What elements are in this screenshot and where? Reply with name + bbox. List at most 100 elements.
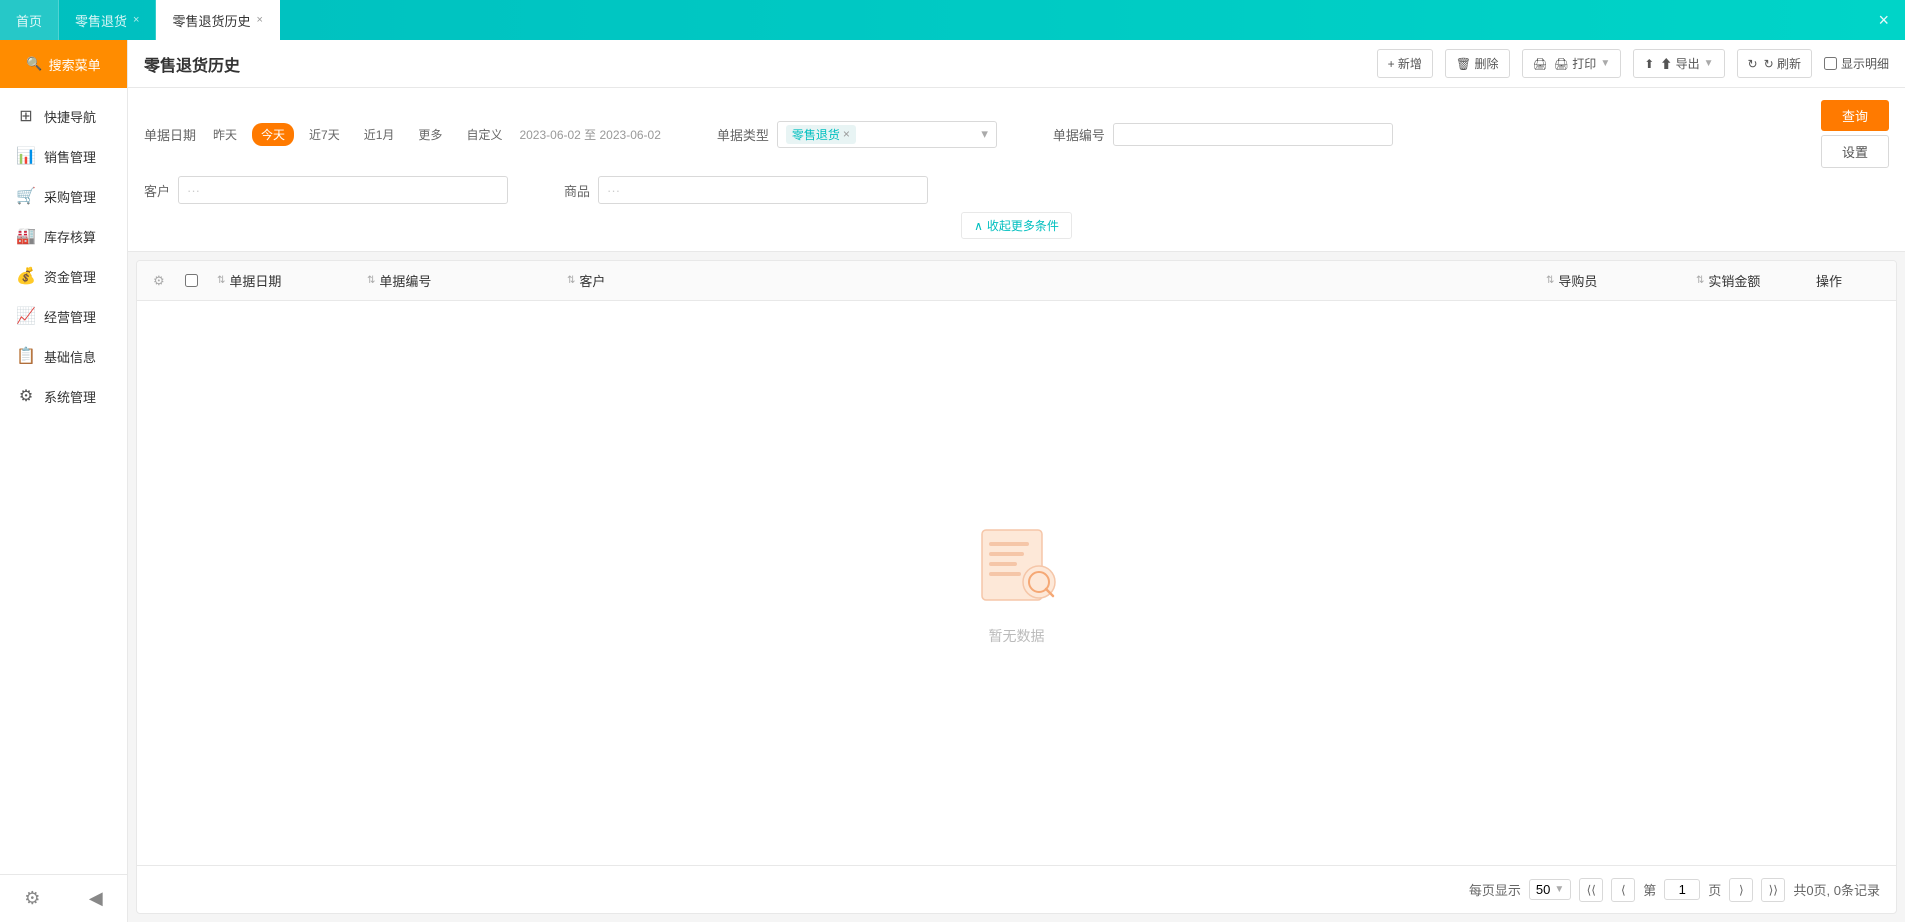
type-tag: 零售退货 × [786, 125, 856, 144]
sidebar-item-label-finance: 资金管理 [44, 267, 96, 286]
basic-info-icon: 📋 [16, 346, 36, 366]
system-mgmt-icon: ⚙ [16, 386, 36, 406]
date-btn-more[interactable]: 更多 [409, 123, 451, 146]
retail-return-history-tab-label: 零售退货历史 [172, 11, 250, 30]
print-icon: 🖨 [1533, 57, 1548, 71]
date-btn-today[interactable]: 今天 [252, 123, 294, 146]
export-button[interactable]: ⬆ ⬆ 导出 ▼ [1633, 49, 1724, 78]
last-page-button[interactable]: ⟩⟩ [1761, 878, 1785, 902]
home-tab-label: 首页 [16, 11, 42, 30]
sidebar-item-sales-mgmt[interactable]: 📊 销售管理 [0, 136, 127, 176]
sort-asc-date-icon[interactable]: ⇅ [217, 275, 225, 286]
number-filter-label: 单据编号 [1053, 125, 1105, 144]
retail-return-close-icon[interactable]: × [133, 14, 139, 26]
export-dropdown-icon: ▼ [1704, 58, 1714, 69]
retail-return-history-close-icon[interactable]: × [256, 14, 262, 26]
sidebar-item-quick-nav[interactable]: ⊞ 快捷导航 [0, 96, 127, 136]
goods-filter-input[interactable]: ··· [598, 176, 928, 204]
sidebar-search-label: 搜索菜单 [49, 55, 101, 74]
customer-filter-input[interactable]: ··· [178, 176, 508, 204]
add-button[interactable]: + 新增 [1377, 49, 1433, 78]
table-select-all[interactable] [177, 274, 209, 287]
per-page-select[interactable]: 50 ▼ [1529, 879, 1571, 900]
sort-asc-amount-icon[interactable]: ⇅ [1696, 275, 1704, 286]
type-tag-remove-icon[interactable]: × [843, 127, 850, 141]
tab-retail-return[interactable]: 零售退货 × [59, 0, 156, 40]
number-filter: 单据编号 [1053, 123, 1393, 146]
refresh-button[interactable]: ↻ ↻ 刷新 [1737, 49, 1812, 78]
date-filter: 单据日期 昨天 今天 近7天 近1月 更多 自定义 2023-06-02 至 2… [144, 123, 661, 146]
export-icon: ⬆ [1644, 57, 1654, 71]
sidebar-item-inventory[interactable]: 🏭 库存核算 [0, 216, 127, 256]
pagination-summary: 共0页, 0条记录 [1793, 880, 1880, 899]
filter-area: 单据日期 昨天 今天 近7天 近1月 更多 自定义 2023-06-02 至 2… [128, 88, 1905, 252]
show-detail-checkbox[interactable] [1824, 57, 1837, 70]
col-header-customer: ⇅ 客户 [559, 271, 1538, 290]
page-unit: 页 [1708, 880, 1721, 899]
prev-page-button[interactable]: ⟨ [1611, 878, 1635, 902]
table-header: ⚙ ⇅ 单据日期 ⇅ 单据编号 ⇅ 客户 ⇅ 导购员 [137, 261, 1896, 301]
collapse-up-icon: ∧ [974, 219, 983, 233]
filter-settings-button[interactable]: 设置 [1821, 135, 1889, 168]
filter-row-1: 单据日期 昨天 今天 近7天 近1月 更多 自定义 2023-06-02 至 2… [144, 100, 1889, 168]
sort-asc-customer-icon[interactable]: ⇅ [567, 275, 575, 286]
finance-icon: 💰 [16, 266, 36, 286]
col-header-guide: ⇅ 导购员 [1538, 271, 1688, 290]
empty-text: 暂无数据 [989, 626, 1045, 646]
date-btn-last7[interactable]: 近7天 [300, 123, 349, 146]
delete-button[interactable]: 🗑 删除 [1445, 49, 1510, 78]
sidebar-search-button[interactable]: 🔍 搜索菜单 [0, 40, 127, 88]
date-btn-yesterday[interactable]: 昨天 [204, 123, 246, 146]
customer-filter-label: 客户 [144, 181, 170, 200]
per-page-dropdown-icon: ▼ [1554, 884, 1564, 895]
table-gear-icon[interactable]: ⚙ [145, 273, 177, 289]
sidebar-item-label-quick-nav: 快捷导航 [44, 107, 96, 126]
customer-dots-icon: ··· [187, 183, 200, 198]
sidebar-item-purchase-mgmt[interactable]: 🛒 采购管理 [0, 176, 127, 216]
print-dropdown-icon: ▼ [1600, 58, 1610, 69]
col-header-amount: ⇅ 实销金额 [1688, 271, 1808, 290]
tab-home[interactable]: 首页 [0, 0, 59, 40]
sidebar-settings-icon[interactable]: ⚙ [24, 888, 40, 909]
window-close-button[interactable]: × [1862, 0, 1905, 40]
per-page-label: 每页显示 [1469, 880, 1521, 899]
type-filter-select[interactable]: 零售退货 × ▾ [777, 121, 997, 148]
next-page-button[interactable]: ⟩ [1729, 878, 1753, 902]
refresh-icon: ↻ [1748, 57, 1758, 71]
type-filter: 单据类型 零售退货 × ▾ [717, 121, 997, 148]
sidebar-item-system-mgmt[interactable]: ⚙ 系统管理 [0, 376, 127, 416]
empty-state-illustration [967, 520, 1067, 610]
sidebar-collapse-icon[interactable]: ◀ [89, 888, 103, 909]
customer-filter: 客户 ··· [144, 176, 508, 204]
date-btn-custom[interactable]: 自定义 [457, 123, 511, 146]
sidebar-item-label-purchase-mgmt: 采购管理 [44, 187, 96, 206]
select-all-checkbox[interactable] [185, 274, 198, 287]
top-bar: 首页 零售退货 × 零售退货历史 × × [0, 0, 1905, 40]
collapse-button[interactable]: ∧ 收起更多条件 [961, 212, 1072, 239]
date-btn-last1m[interactable]: 近1月 [355, 123, 404, 146]
sort-asc-number-icon[interactable]: ⇅ [367, 275, 375, 286]
search-icon: 🔍 [26, 56, 42, 72]
col-header-action: 操作 [1808, 271, 1888, 290]
empty-state: 暂无数据 [137, 301, 1896, 865]
date-range-display: 2023-06-02 至 2023-06-02 [519, 126, 660, 143]
first-page-button[interactable]: ⟨⟨ [1579, 878, 1603, 902]
page-number-input[interactable] [1664, 879, 1700, 900]
sidebar-item-basic-info[interactable]: 📋 基础信息 [0, 336, 127, 376]
collapse-label: 收起更多条件 [987, 217, 1059, 234]
goods-dots-icon: ··· [607, 183, 620, 198]
tab-retail-return-history[interactable]: 零售退货历史 × [156, 0, 279, 40]
print-button[interactable]: 🖨 🖨 打印 ▼ [1522, 49, 1622, 78]
show-detail-checkbox-label[interactable]: 显示明细 [1824, 55, 1889, 72]
sort-asc-guide-icon[interactable]: ⇅ [1546, 275, 1554, 286]
sidebar-item-label-basic-info: 基础信息 [44, 347, 96, 366]
main-layout: 🔍 搜索菜单 ⊞ 快捷导航 📊 销售管理 🛒 采购管理 🏭 库存核算 💰 [0, 40, 1905, 922]
sidebar-item-finance[interactable]: 💰 资金管理 [0, 256, 127, 296]
query-button[interactable]: 查询 [1821, 100, 1889, 131]
type-select-arrow-icon: ▾ [981, 126, 988, 142]
sidebar-item-operations[interactable]: 📈 经营管理 [0, 296, 127, 336]
sidebar-item-label-operations: 经营管理 [44, 307, 96, 326]
sales-mgmt-icon: 📊 [16, 146, 36, 166]
sidebar-item-label-inventory: 库存核算 [44, 227, 96, 246]
number-filter-input[interactable] [1113, 123, 1393, 146]
